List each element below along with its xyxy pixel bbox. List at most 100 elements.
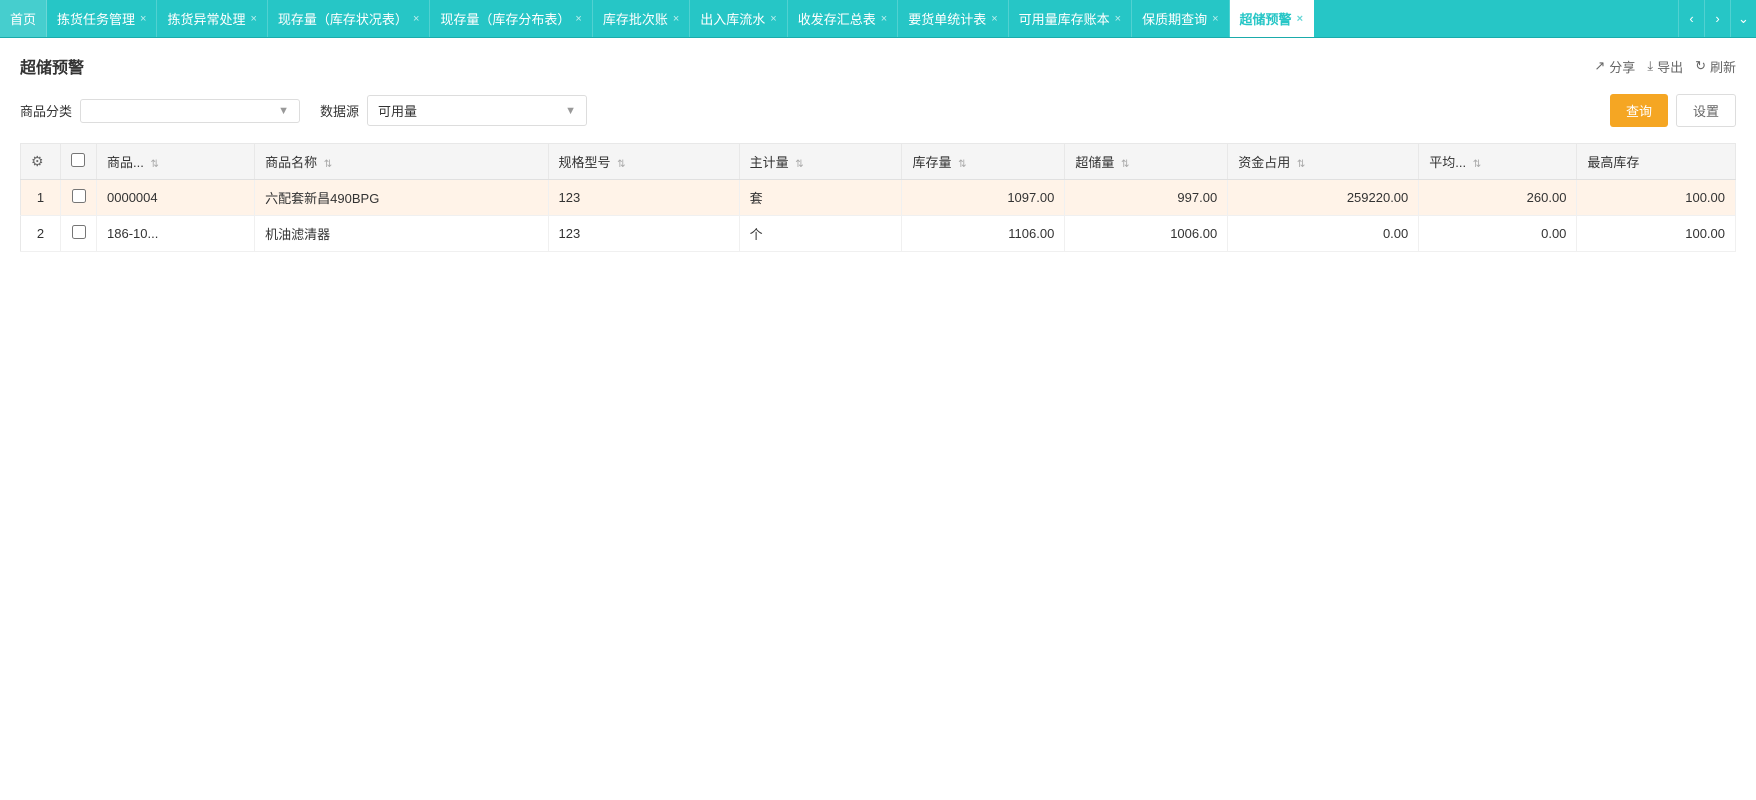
nav-tab-8-label: 要货单统计表 (908, 9, 986, 28)
category-filter: 商品分类 ▼ (20, 99, 300, 123)
export-label: 导出 (1657, 57, 1683, 76)
nav-tab-6-close[interactable]: × (770, 13, 776, 25)
row-max-stock-1: 100.00 (1577, 216, 1736, 252)
col-stock[interactable]: 库存量 ⇅ (902, 144, 1065, 180)
table-gear-icon[interactable]: ⚙ (31, 153, 44, 169)
col-settings: ⚙ (21, 144, 61, 180)
row-stock-1: 1106.00 (902, 216, 1065, 252)
page-title: 超储预警 (20, 54, 84, 78)
col-name-label: 商品名称 (265, 155, 317, 170)
nav-tab-5-label: 库存批次账 (603, 9, 668, 28)
col-name-sort: ⇅ (324, 159, 332, 170)
row-spec-0: 123 (548, 180, 739, 216)
col-code-label: 商品... (107, 155, 144, 170)
col-code-sort: ⇅ (150, 159, 158, 170)
nav-tab-2[interactable]: 拣货异常处理 × (157, 0, 267, 38)
nav-tab-1[interactable]: 拣货任务管理 × (47, 0, 157, 38)
nav-tab-10-label: 保质期查询 (1142, 9, 1207, 28)
settings-button[interactable]: 设置 (1676, 94, 1736, 127)
refresh-label: 刷新 (1710, 57, 1736, 76)
nav-tab-6[interactable]: 出入库流水 × (690, 0, 787, 38)
row-checkbox-0[interactable] (61, 180, 97, 216)
table-row: 1 0000004 六配套新昌490BPG 123 套 1097.00 997.… (21, 180, 1736, 216)
col-code[interactable]: 商品... ⇅ (97, 144, 255, 180)
share-label: 分享 (1609, 57, 1635, 76)
nav-tab-home[interactable]: 首页 (0, 0, 47, 38)
query-button[interactable]: 查询 (1610, 94, 1668, 127)
filter-row: 商品分类 ▼ 数据源 可用量 ▼ 查询 设置 (20, 94, 1736, 127)
col-spec[interactable]: 规格型号 ⇅ (548, 144, 739, 180)
row-overflow-1: 1006.00 (1065, 216, 1228, 252)
page-header: 超储预警 ↗ 分享 ⤓ 导出 ↻ 刷新 (20, 54, 1736, 78)
row-name-1: 机油滤清器 (255, 216, 548, 252)
header-actions: ↗ 分享 ⤓ 导出 ↻ 刷新 (1594, 57, 1736, 76)
datasource-select[interactable]: 可用量 ▼ (367, 95, 587, 126)
datasource-dropdown-icon: ▼ (565, 105, 576, 117)
category-select[interactable]: ▼ (80, 99, 300, 123)
row-select-1[interactable] (72, 225, 86, 239)
col-checkbox-header (61, 144, 97, 180)
nav-next-arrow[interactable]: › (1704, 0, 1730, 38)
export-button[interactable]: ⤓ 导出 (1647, 57, 1683, 76)
row-checkbox-1[interactable] (61, 216, 97, 252)
nav-tab-1-label: 拣货任务管理 (57, 9, 135, 28)
nav-tab-8[interactable]: 要货单统计表 × (898, 0, 1008, 38)
col-max-stock: 最高库存 (1577, 144, 1736, 180)
nav-tab-9-close[interactable]: × (1115, 13, 1121, 25)
row-unit-0: 套 (739, 180, 902, 216)
col-unit[interactable]: 主计量 ⇅ (739, 144, 902, 180)
row-name-0: 六配套新昌490BPG (255, 180, 548, 216)
nav-menu-arrow[interactable]: ⌄ (1730, 0, 1756, 38)
table-header-row: ⚙ 商品... ⇅ 商品名称 ⇅ 规格型号 ⇅ 主计量 (21, 144, 1736, 180)
row-avg-0: 260.00 (1419, 180, 1577, 216)
nav-tab-4-close[interactable]: × (575, 13, 581, 25)
select-all-checkbox[interactable] (71, 153, 85, 167)
nav-tab-9[interactable]: 可用量库存账本 × (1009, 0, 1132, 38)
row-select-0[interactable] (72, 189, 86, 203)
col-unit-sort: ⇅ (795, 159, 803, 170)
nav-tab-7-close[interactable]: × (881, 13, 887, 25)
nav-tab-2-close[interactable]: × (250, 13, 256, 25)
nav-tab-4[interactable]: 现存量（库存分布表） × (430, 0, 592, 38)
nav-tab-11[interactable]: 超储预警 × (1230, 0, 1314, 38)
nav-tab-5[interactable]: 库存批次账 × (593, 0, 690, 38)
row-capital-0: 259220.00 (1228, 180, 1419, 216)
row-num-1: 2 (21, 216, 61, 252)
nav-tab-11-close[interactable]: × (1297, 13, 1303, 25)
col-avg[interactable]: 平均... ⇅ (1419, 144, 1577, 180)
datasource-filter: 数据源 可用量 ▼ (320, 95, 587, 126)
nav-tab-7[interactable]: 收发存汇总表 × (788, 0, 898, 38)
refresh-button[interactable]: ↻ 刷新 (1695, 57, 1736, 76)
col-overflow[interactable]: 超储量 ⇅ (1065, 144, 1228, 180)
row-unit-1: 个 (739, 216, 902, 252)
col-name[interactable]: 商品名称 ⇅ (255, 144, 548, 180)
nav-tab-10-close[interactable]: × (1212, 13, 1218, 25)
refresh-icon: ↻ (1695, 58, 1706, 74)
top-nav: 首页 拣货任务管理 × 拣货异常处理 × 现存量（库存状况表） × 现存量（库存… (0, 0, 1756, 38)
nav-tab-3-label: 现存量（库存状况表） (278, 9, 408, 28)
row-code-0: 0000004 (97, 180, 255, 216)
row-stock-0: 1097.00 (902, 180, 1065, 216)
row-code-1: 186-10... (97, 216, 255, 252)
datasource-select-value: 可用量 (378, 101, 417, 120)
nav-tab-4-label: 现存量（库存分布表） (440, 9, 570, 28)
nav-tab-5-close[interactable]: × (673, 13, 679, 25)
col-spec-label: 规格型号 (559, 155, 611, 170)
category-label: 商品分类 (20, 101, 72, 120)
row-overflow-0: 997.00 (1065, 180, 1228, 216)
col-capital[interactable]: 资金占用 ⇅ (1228, 144, 1419, 180)
nav-tab-1-close[interactable]: × (140, 13, 146, 25)
row-capital-1: 0.00 (1228, 216, 1419, 252)
nav-arrows: ‹ › ⌄ (1678, 0, 1756, 38)
nav-tab-10[interactable]: 保质期查询 × (1132, 0, 1229, 38)
nav-tab-8-close[interactable]: × (991, 13, 997, 25)
col-avg-label: 平均... (1429, 155, 1466, 170)
col-overflow-label: 超储量 (1075, 155, 1114, 170)
nav-tab-11-label: 超储预警 (1240, 9, 1292, 28)
nav-prev-arrow[interactable]: ‹ (1678, 0, 1704, 38)
nav-tab-6-label: 出入库流水 (700, 9, 765, 28)
nav-tab-3[interactable]: 现存量（库存状况表） × (268, 0, 430, 38)
nav-tab-3-close[interactable]: × (413, 13, 419, 25)
share-button[interactable]: ↗ 分享 (1594, 57, 1635, 76)
col-avg-sort: ⇅ (1473, 159, 1481, 170)
